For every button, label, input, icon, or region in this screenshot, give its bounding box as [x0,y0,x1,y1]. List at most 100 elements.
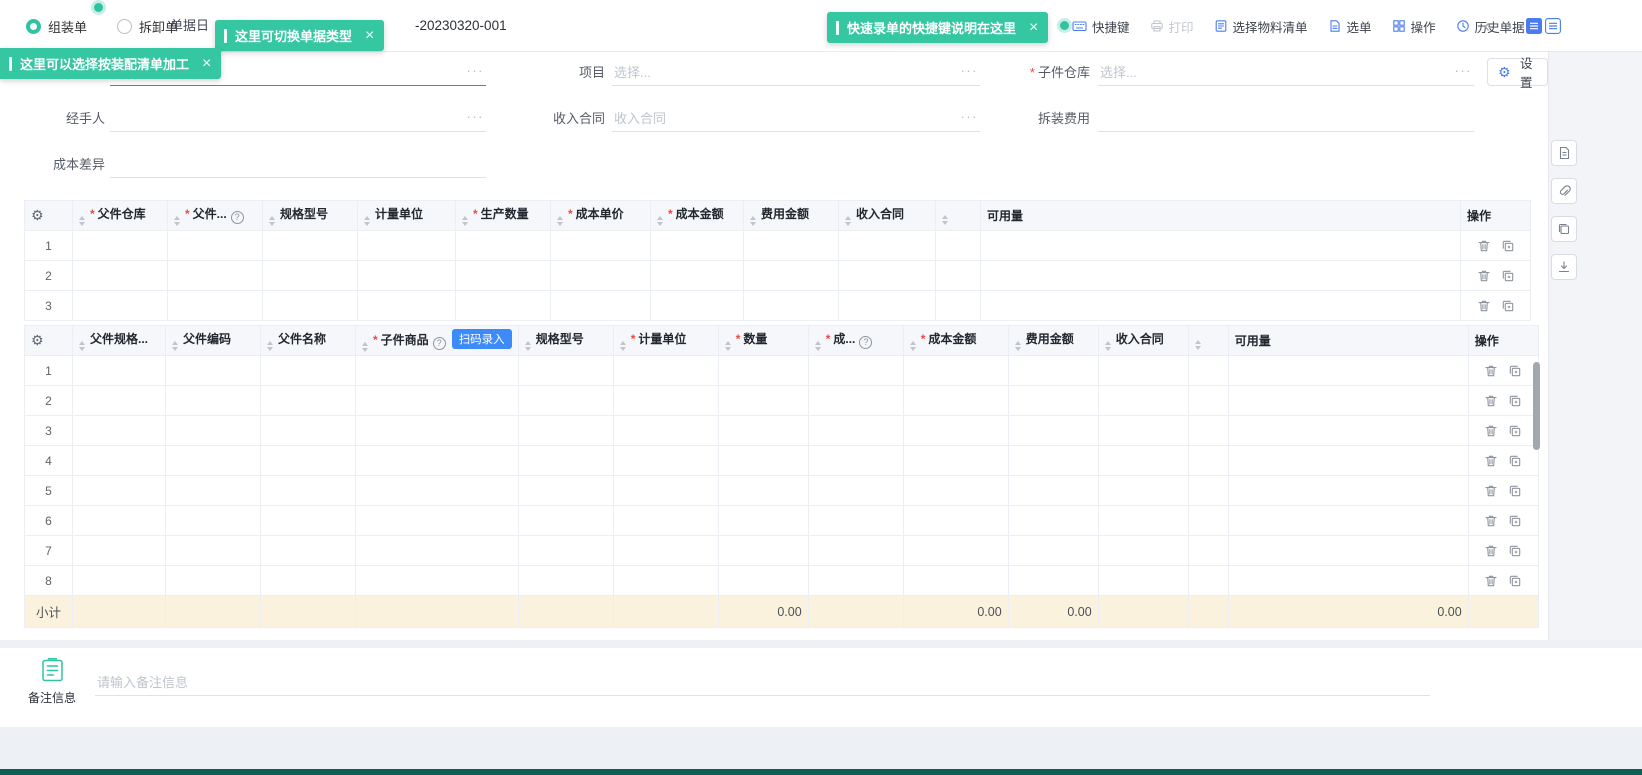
grid-cell[interactable] [167,260,263,291]
pick-order-button[interactable]: 选单 [1328,17,1372,36]
sort-icon[interactable] [524,341,531,351]
income-contract-input[interactable] [612,106,980,132]
grid-cell[interactable] [260,445,356,476]
sort-icon[interactable] [845,216,851,226]
copy-row-icon[interactable] [1508,454,1522,468]
sort-icon[interactable] [267,341,273,351]
grid-cell[interactable] [612,355,719,386]
grid-cell[interactable] [260,415,356,446]
grid-cell[interactable] [72,355,166,386]
grid-cell[interactable] [807,505,904,536]
handler-input[interactable] [110,106,486,132]
child-warehouse-more-options-trigger[interactable]: ··· [1455,63,1473,78]
grid-cell[interactable] [262,260,358,291]
grid-cell[interactable] [260,475,356,506]
grid-cell[interactable] [165,415,261,446]
sort-icon[interactable] [724,341,731,351]
delete-row-icon[interactable] [1477,299,1491,313]
grid-cell[interactable] [517,355,614,386]
radio-assembly-order[interactable]: 组装单 [26,17,87,36]
copy-row-icon[interactable] [1508,424,1522,438]
grid-cell[interactable] [935,260,981,291]
sort-icon[interactable] [1014,341,1021,351]
grid-cell[interactable] [1007,415,1099,446]
assembly-fee-input[interactable] [1098,106,1474,132]
grid-cell[interactable] [355,535,519,566]
grid-cell[interactable] [1227,385,1469,416]
grid-cell[interactable] [455,290,551,321]
grid-cell[interactable] [357,290,456,321]
side-tool-document-button[interactable] [1551,140,1577,166]
grid-cell[interactable] [517,565,614,596]
grid-cell[interactable] [980,230,1461,261]
copy-row-icon[interactable] [1508,574,1522,588]
grid-cell[interactable] [743,260,839,291]
grid-cell[interactable] [902,475,1009,506]
grid-cell[interactable] [357,260,456,291]
grid-cell[interactable] [1097,355,1189,386]
sort-icon[interactable] [174,216,180,226]
copy-row-icon[interactable] [1501,269,1515,283]
settings-button[interactable]: ⚙ 设置 [1487,57,1548,90]
delete-row-icon[interactable] [1484,394,1498,408]
grid-cell[interactable] [355,445,519,476]
grid-cell[interactable] [838,230,936,261]
grid-cell[interactable] [1227,535,1469,566]
grid-cell[interactable] [260,565,356,596]
grid-cell[interactable] [262,230,358,261]
column-settings-icon[interactable]: ⚙ [31,207,44,223]
grid-cell[interactable] [517,475,614,506]
grid-cell[interactable] [517,505,614,536]
copy-row-icon[interactable] [1508,544,1522,558]
grid-cell[interactable] [165,445,261,476]
handler-more-options-trigger[interactable]: ··· [467,109,485,124]
grid-cell[interactable] [1007,445,1099,476]
grid-cell[interactable] [1187,475,1229,506]
sort-icon[interactable] [1194,340,1201,350]
grid-cell[interactable] [1007,505,1099,536]
help-icon[interactable]: ? [859,335,873,349]
copy-row-icon[interactable] [1508,394,1522,408]
grid-cell[interactable] [167,230,263,261]
grid-cell[interactable] [260,385,356,416]
sort-icon[interactable] [557,216,563,226]
nav-prev-icon[interactable]: ‹ [1484,1,1490,51]
grid-cell[interactable] [1097,385,1189,416]
grid-cell[interactable] [165,565,261,596]
grid-cell[interactable] [72,385,166,416]
grid-cell[interactable] [260,355,356,386]
sort-icon[interactable] [79,341,85,351]
grid-cell[interactable] [260,505,356,536]
sort-icon[interactable] [172,341,178,351]
grid-cell[interactable] [1097,415,1189,446]
copy-row-icon[interactable] [1508,484,1522,498]
grid-cell[interactable] [1227,505,1469,536]
radio-disassembly-order[interactable]: 拆卸单 [117,17,178,36]
scan-entry-button[interactable]: 扫码录入 [451,329,512,349]
child-warehouse-input[interactable] [1098,60,1474,86]
sort-icon[interactable] [364,216,370,226]
grid-cell[interactable] [612,415,719,446]
grid-cell[interactable] [807,565,904,596]
grid-cell[interactable] [902,445,1009,476]
grid-cell[interactable] [1227,415,1469,446]
remark-input[interactable] [95,670,1430,696]
grid-cell[interactable] [517,535,614,566]
grid-cell[interactable] [902,355,1009,386]
grid-cell[interactable] [807,385,904,416]
grid-cell[interactable] [355,475,519,506]
grid-cell[interactable] [902,415,1009,446]
grid-cell[interactable] [807,535,904,566]
grid-cell[interactable] [1227,475,1469,506]
income-contract-more-options-trigger[interactable]: ··· [961,109,979,124]
side-tool-export-button[interactable] [1551,254,1577,280]
nav-next-icon[interactable]: › [1506,1,1512,51]
copy-row-icon[interactable] [1501,239,1515,253]
delete-row-icon[interactable] [1484,424,1498,438]
shortcut-keys-button[interactable]: 快捷键 [1072,17,1130,36]
grid-cell[interactable] [1097,445,1189,476]
tooltip-close-icon[interactable]: × [202,55,211,73]
project-input[interactable] [612,60,980,86]
grid-cell[interactable] [650,260,744,291]
grid-cell[interactable] [807,475,904,506]
